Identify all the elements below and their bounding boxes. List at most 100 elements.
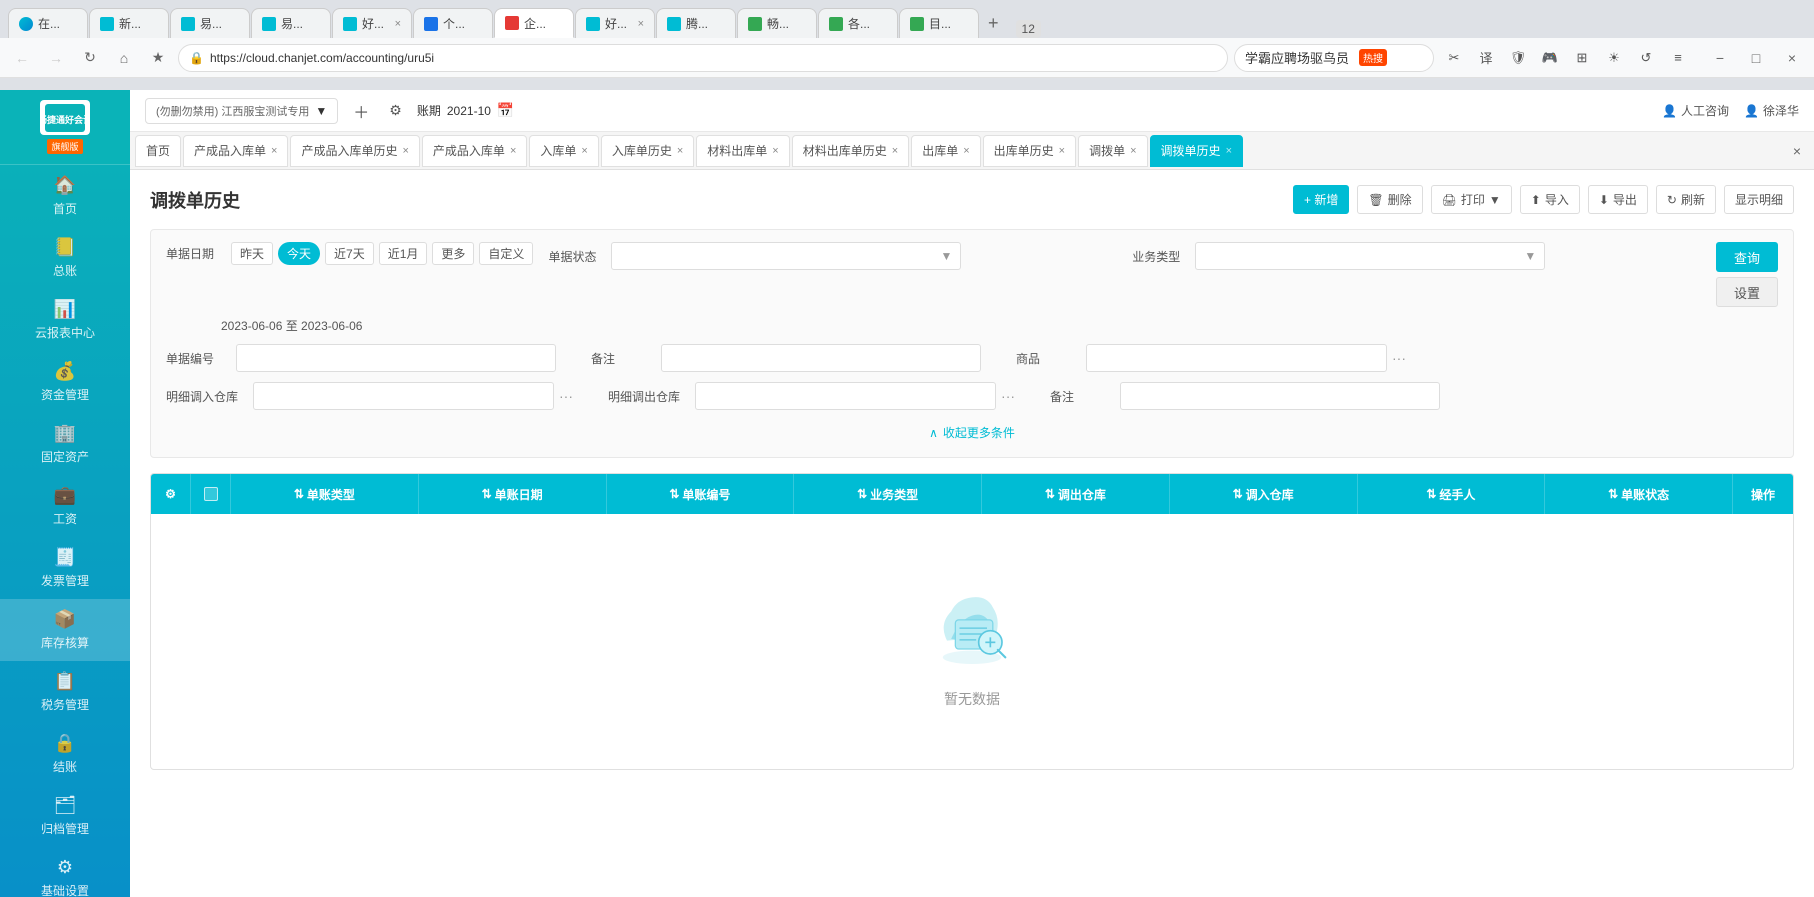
in-wh-dots[interactable]: ··· [559, 388, 573, 404]
th-out-wh-col[interactable]: ⇅ 调出仓库 [982, 474, 1170, 514]
browser-tab-8[interactable]: 好... × [575, 8, 655, 38]
content-tab-6[interactable]: 材料出库单 × [696, 135, 789, 167]
th-type-col[interactable]: ⇅ 单账类型 [231, 474, 419, 514]
new-button[interactable]: + 新增 [1293, 185, 1349, 214]
sidebar-item-wages[interactable]: 💼 工资 [0, 475, 130, 537]
th-number-col[interactable]: ⇅ 单账编号 [607, 474, 795, 514]
note-input[interactable] [1120, 382, 1440, 410]
menu-btn[interactable]: ≡ [1664, 44, 1692, 72]
minimize-btn[interactable]: − [1706, 44, 1734, 72]
delete-button[interactable]: 🗑 删除 [1357, 185, 1422, 214]
close-btn[interactable]: × [1778, 44, 1806, 72]
week-btn[interactable]: 近7天 [325, 242, 374, 265]
status-select[interactable]: ▼ [611, 242, 961, 270]
calendar-icon[interactable]: 📅 [497, 102, 514, 119]
scissor-btn[interactable]: ✂ [1440, 44, 1468, 72]
today-btn[interactable]: 今天 [278, 242, 320, 265]
sidebar-item-ledger[interactable]: 📒 总账 [0, 227, 130, 289]
bookmark-button[interactable]: ★ [144, 44, 172, 72]
browser-tab-10[interactable]: 畅... [737, 8, 817, 38]
content-tab-2[interactable]: 产成品入库单历史 × [290, 135, 419, 167]
content-tab-4[interactable]: 入库单 × [529, 135, 598, 167]
sun-btn[interactable]: ☀ [1600, 44, 1628, 72]
content-tab-5[interactable]: 入库单历史 × [601, 135, 694, 167]
content-tab-10[interactable]: 调拨单 × [1078, 135, 1147, 167]
browser-tab-11[interactable]: 各... [818, 8, 898, 38]
company-selector[interactable]: (勿删勿禁用) 江西服宝测试专用 ▼ [145, 98, 338, 124]
settings-button[interactable]: 设置 [1716, 277, 1778, 307]
grid-btn[interactable]: ⊞ [1568, 44, 1596, 72]
close-tab-8[interactable]: × [963, 145, 969, 157]
content-tab-11[interactable]: 调拨单历史 × [1150, 135, 1243, 167]
close-tab-5[interactable]: × [677, 145, 683, 157]
close-tab-10[interactable]: × [1130, 145, 1136, 157]
browser-tab-9[interactable]: 腾... [656, 8, 736, 38]
add-company-icon[interactable]: ＋ [348, 99, 374, 123]
sidebar-item-settings[interactable]: ⚙ 基础设置 [0, 847, 130, 897]
content-tab-8[interactable]: 出库单 × [911, 135, 980, 167]
undo-btn[interactable]: ↺ [1632, 44, 1660, 72]
content-tab-home[interactable]: 首页 [135, 135, 181, 167]
browser-tab-12[interactable]: 目... [899, 8, 979, 38]
more-btn[interactable]: 更多 [432, 242, 474, 265]
display-button[interactable]: 显示明细 [1724, 185, 1794, 214]
custom-btn[interactable]: 自定义 [479, 242, 533, 265]
browser-tab-1[interactable]: 在... [8, 8, 88, 38]
search-bar[interactable]: 学霸应聘场驱鸟员 热搜 [1234, 44, 1434, 72]
collapse-button[interactable]: ∧ 收起更多条件 [929, 420, 1015, 445]
month-btn[interactable]: 近1月 [379, 242, 428, 265]
service-action[interactable]: 👤 人工咨询 [1662, 102, 1729, 119]
browser-tab-5[interactable]: 好... × [332, 8, 412, 38]
home-button[interactable]: ⌂ [110, 44, 138, 72]
browser-tab-6[interactable]: 个... [413, 8, 493, 38]
browser-tab-4[interactable]: 易... [251, 8, 331, 38]
sidebar-item-archive[interactable]: 🗂 归档管理 [0, 785, 130, 847]
browser-tab-3[interactable]: 易... [170, 8, 250, 38]
forward-button[interactable]: → [42, 44, 70, 72]
content-tab-9[interactable]: 出库单历史 × [983, 135, 1076, 167]
th-biz-col[interactable]: ⇅ 业务类型 [794, 474, 982, 514]
close-tab-11[interactable]: × [1226, 145, 1232, 157]
close-tab-6[interactable]: × [772, 145, 778, 157]
maximize-btn[interactable]: □ [1742, 44, 1770, 72]
th-gear-col[interactable]: ⚙ [151, 474, 191, 514]
select-all-checkbox[interactable] [204, 487, 218, 501]
sidebar-item-inventory[interactable]: 📦 库存核算 [0, 599, 130, 661]
import-button[interactable]: ⬆ 导入 [1520, 185, 1580, 214]
th-check-col[interactable] [191, 474, 231, 514]
close-tab-2[interactable]: × [402, 145, 408, 157]
goods-input[interactable] [1086, 344, 1387, 372]
browser-tab-7[interactable]: 企... [494, 8, 574, 38]
shield-btn[interactable]: 🛡 [1504, 44, 1532, 72]
biz-type-select[interactable]: ▼ [1195, 242, 1545, 270]
sidebar-item-reports[interactable]: 📊 云报表中心 [0, 289, 130, 351]
export-button[interactable]: ⬇ 导出 [1588, 185, 1648, 214]
browser-tab-2[interactable]: 新... [89, 8, 169, 38]
yesterday-btn[interactable]: 昨天 [231, 242, 273, 265]
content-tab-7[interactable]: 材料出库单历史 × [792, 135, 909, 167]
sidebar-item-tax[interactable]: 📋 税务管理 [0, 661, 130, 723]
sidebar-item-capital[interactable]: 💰 资金管理 [0, 351, 130, 413]
th-date-col[interactable]: ⇅ 单账日期 [419, 474, 607, 514]
remark-input[interactable] [661, 344, 981, 372]
th-status-col[interactable]: ⇅ 单账状态 [1545, 474, 1733, 514]
in-wh-input[interactable] [253, 382, 554, 410]
content-tab-1[interactable]: 产成品入库单 × [183, 135, 288, 167]
close-tab-9[interactable]: × [1059, 145, 1065, 157]
refresh-button[interactable]: ↻ 刷新 [1656, 185, 1716, 214]
close-tab-7[interactable]: × [892, 145, 898, 157]
tab-close-5[interactable]: × [395, 18, 401, 30]
sidebar-item-home[interactable]: 🏠 首页 [0, 165, 130, 227]
address-bar[interactable]: 🔒 https://cloud.chanjet.com/accounting/u… [178, 44, 1228, 72]
close-tab-3[interactable]: × [510, 145, 516, 157]
company-settings-icon[interactable]: ⚙ [384, 102, 407, 119]
print-button[interactable]: 🖨 打印 ▼ [1431, 185, 1512, 214]
goods-dots[interactable]: ··· [1392, 350, 1406, 366]
translate-btn[interactable]: 译 [1472, 44, 1500, 72]
sidebar-item-invoice[interactable]: 🧾 发票管理 [0, 537, 130, 599]
back-button[interactable]: ← [8, 44, 36, 72]
th-handler-col[interactable]: ⇅ 经手人 [1358, 474, 1546, 514]
sidebar-item-assets[interactable]: 🏢 固定资产 [0, 413, 130, 475]
reload-button[interactable]: ↻ [76, 44, 104, 72]
th-in-wh-col[interactable]: ⇅ 调入仓库 [1170, 474, 1358, 514]
